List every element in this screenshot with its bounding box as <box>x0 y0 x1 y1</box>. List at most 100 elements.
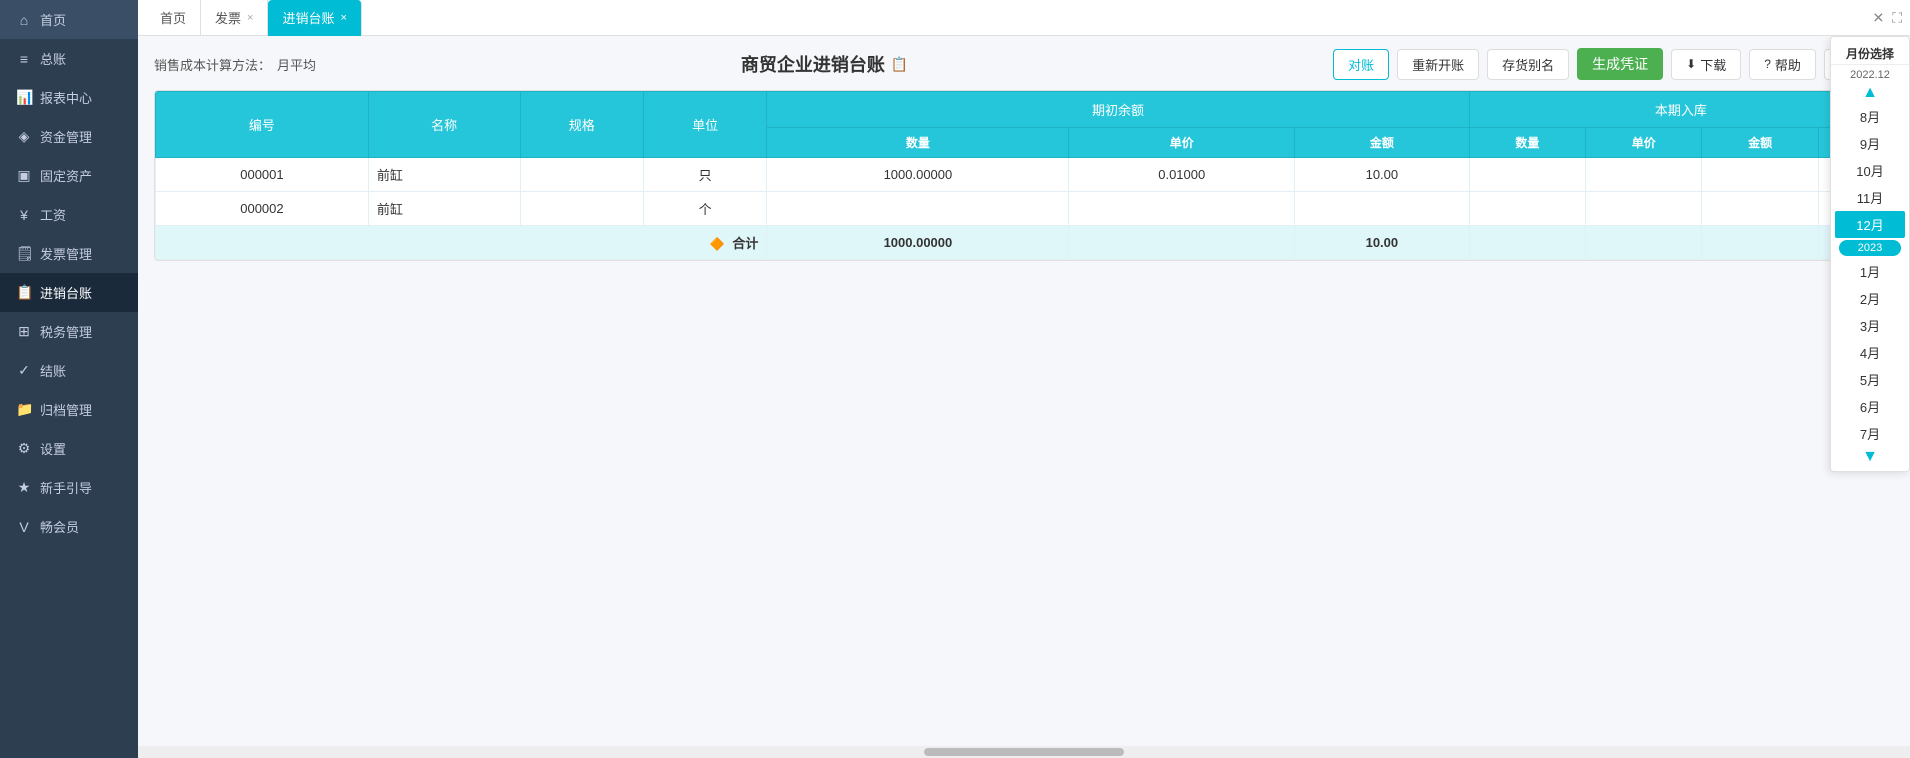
sidebar-item-fixed-assets[interactable]: ▣ 固定资产 <box>0 156 138 195</box>
toolbar: 对账 重新开账 存货别名 生成凭证 ⬇ 下载 ? 帮助 <box>1333 48 1894 80</box>
generate-voucher-button[interactable]: 生成凭证 <box>1577 48 1663 80</box>
total-row: 🔶 合计 1000.00000 10.00 <box>156 226 1893 260</box>
save-alias-button[interactable]: 存货别名 <box>1487 49 1569 80</box>
assets-icon: ▣ <box>16 167 32 184</box>
sidebar-item-invoice-management[interactable]: 🗒 发票管理 <box>0 234 138 273</box>
table-row: 000002 前缸 个 <box>156 192 1893 226</box>
month-7[interactable]: 7月 <box>1831 420 1909 447</box>
sidebar-item-archive[interactable]: 📁 归档管理 <box>0 390 138 429</box>
row2-in-amount <box>1702 192 1818 226</box>
total-in-price <box>1586 226 1702 260</box>
month-nav-down-button[interactable]: ▼ <box>1862 449 1878 465</box>
row2-in-price <box>1586 192 1702 226</box>
sidebar-item-label: 工资 <box>40 205 66 224</box>
sidebar-item-label: 税务管理 <box>40 322 92 341</box>
member-icon: V <box>16 519 32 535</box>
row2-name: 前缸 <box>368 192 520 226</box>
sidebar-item-label: 资金管理 <box>40 127 92 146</box>
purchase-sales-icon: 📋 <box>16 284 32 301</box>
tab-invoice[interactable]: 发票 × <box>201 0 268 36</box>
tab-home[interactable]: 首页 <box>146 0 201 36</box>
month-5[interactable]: 5月 <box>1831 366 1909 393</box>
sidebar-item-label: 归档管理 <box>40 400 92 419</box>
row1-init-amount: 10.00 <box>1295 158 1470 192</box>
cost-method-label: 销售成本计算方法： <box>154 55 271 74</box>
month-panel: 月份选择 2022.12 ▲ 8月 9月 10月 11月 12月 2023 1月… <box>1830 36 1910 472</box>
sidebar-item-label: 设置 <box>40 439 66 458</box>
period-in-qty-header: 数量 <box>1469 128 1585 158</box>
month-11[interactable]: 11月 <box>1831 184 1909 211</box>
month-10[interactable]: 10月 <box>1831 157 1909 184</box>
tab-purchase-sales-label: 进销台账 <box>282 8 334 27</box>
sidebar-item-settings[interactable]: ⚙ 设置 <box>0 429 138 468</box>
sidebar-item-settle[interactable]: ✓ 结账 <box>0 351 138 390</box>
total-label: 🔶 合计 <box>156 226 767 260</box>
month-4[interactable]: 4月 <box>1831 339 1909 366</box>
month-panel-title: 月份选择 <box>1831 41 1909 65</box>
download-label: 下载 <box>1700 55 1726 74</box>
tab-purchase-sales[interactable]: 进销台账 × <box>268 0 361 36</box>
download-button[interactable]: ⬇ 下载 <box>1671 49 1741 80</box>
period-in-amount-header: 金额 <box>1702 128 1818 158</box>
tab-bar: 首页 发票 × 进销台账 × ✕ ⛶ <box>138 0 1910 36</box>
maximize-button[interactable]: ⛶ <box>1892 9 1902 26</box>
sidebar-item-label: 进销台账 <box>40 283 92 302</box>
sidebar-item-report-center[interactable]: 📊 报表中心 <box>0 78 138 117</box>
sidebar-item-fund-management[interactable]: ◈ 资金管理 <box>0 117 138 156</box>
month-3[interactable]: 3月 <box>1831 312 1909 339</box>
tab-purchase-sales-close[interactable]: × <box>340 12 346 24</box>
month-1[interactable]: 1月 <box>1831 258 1909 285</box>
month-nav-down: ▼ <box>1831 447 1909 467</box>
period-start-qty-header: 数量 <box>767 128 1069 158</box>
scrollbar-thumb[interactable] <box>924 748 1124 756</box>
row2-id: 000002 <box>156 192 369 226</box>
period-in-price-header: 单价 <box>1586 128 1702 158</box>
settle-icon: ✓ <box>16 362 32 379</box>
col-name-header: 名称 <box>368 92 520 158</box>
home-icon: ⌂ <box>16 12 32 28</box>
year-2023-badge: 2023 <box>1839 240 1901 256</box>
sidebar-item-guide[interactable]: ★ 新手引导 <box>0 468 138 507</box>
sidebar-item-home[interactable]: ⌂ 首页 <box>0 0 138 39</box>
table-row: 000001 前缸 只 1000.00000 0.01000 10.00 <box>156 158 1893 192</box>
salary-icon: ¥ <box>16 207 32 223</box>
sidebar-item-label: 结账 <box>40 361 66 380</box>
help-button[interactable]: ? 帮助 <box>1749 49 1816 80</box>
tax-icon: ⊞ <box>16 323 32 340</box>
sidebar-item-salary[interactable]: ¥ 工资 <box>0 195 138 234</box>
reopen-button[interactable]: 重新开账 <box>1397 49 1479 80</box>
month-2[interactable]: 2月 <box>1831 285 1909 312</box>
invoice-icon: 🗒 <box>16 245 32 262</box>
sidebar-item-purchase-sales[interactable]: 📋 进销台账 <box>0 273 138 312</box>
horizontal-scrollbar[interactable] <box>138 746 1910 758</box>
sidebar-item-general-ledger[interactable]: ≡ 总账 <box>0 39 138 78</box>
page-title-text: 商贸企业进销台账 <box>741 51 885 77</box>
sidebar-item-label: 发票管理 <box>40 244 92 263</box>
month-nav-up-button[interactable]: ▲ <box>1862 85 1878 101</box>
month-9[interactable]: 9月 <box>1831 130 1909 157</box>
help-label: 帮助 <box>1775 55 1801 74</box>
content-area: 销售成本计算方法： 月平均 商贸企业进销台账 📋 对账 重新开账 存货别名 生成… <box>138 36 1910 746</box>
save-alias-label: 存货别名 <box>1502 55 1554 74</box>
row1-in-amount <box>1702 158 1818 192</box>
main-area: 首页 发票 × 进销台账 × ✕ ⛶ 销售成本计算方法： 月平均 商贸企业进销台… <box>138 0 1910 758</box>
period-start-header: 期初余额 <box>767 92 1469 128</box>
close-button[interactable]: ✕ <box>1872 9 1884 26</box>
total-in-amount <box>1702 226 1818 260</box>
period-start-price-header: 单价 <box>1069 128 1295 158</box>
month-8[interactable]: 8月 <box>1831 103 1909 130</box>
row2-in-qty <box>1469 192 1585 226</box>
guide-icon: ★ <box>16 479 32 496</box>
sidebar-item-label: 新手引导 <box>40 478 92 497</box>
sidebar-item-member[interactable]: V 畅会员 <box>0 507 138 546</box>
tab-invoice-close[interactable]: × <box>247 12 253 24</box>
month-12[interactable]: 12月 <box>1835 211 1905 238</box>
page-title-icon[interactable]: 📋 <box>891 56 908 73</box>
sidebar-item-tax-management[interactable]: ⊞ 税务管理 <box>0 312 138 351</box>
col-spec-header: 规格 <box>520 92 643 158</box>
month-6[interactable]: 6月 <box>1831 393 1909 420</box>
help-icon: ? <box>1764 57 1771 71</box>
reconcile-button[interactable]: 对账 <box>1333 49 1389 80</box>
data-table: 编号 名称 规格 单位 期初余额 本期入库 数量 单价 金额 数量 单价 金额 <box>154 90 1894 261</box>
page-header: 销售成本计算方法： 月平均 商贸企业进销台账 📋 对账 重新开账 存货别名 生成… <box>154 48 1894 80</box>
